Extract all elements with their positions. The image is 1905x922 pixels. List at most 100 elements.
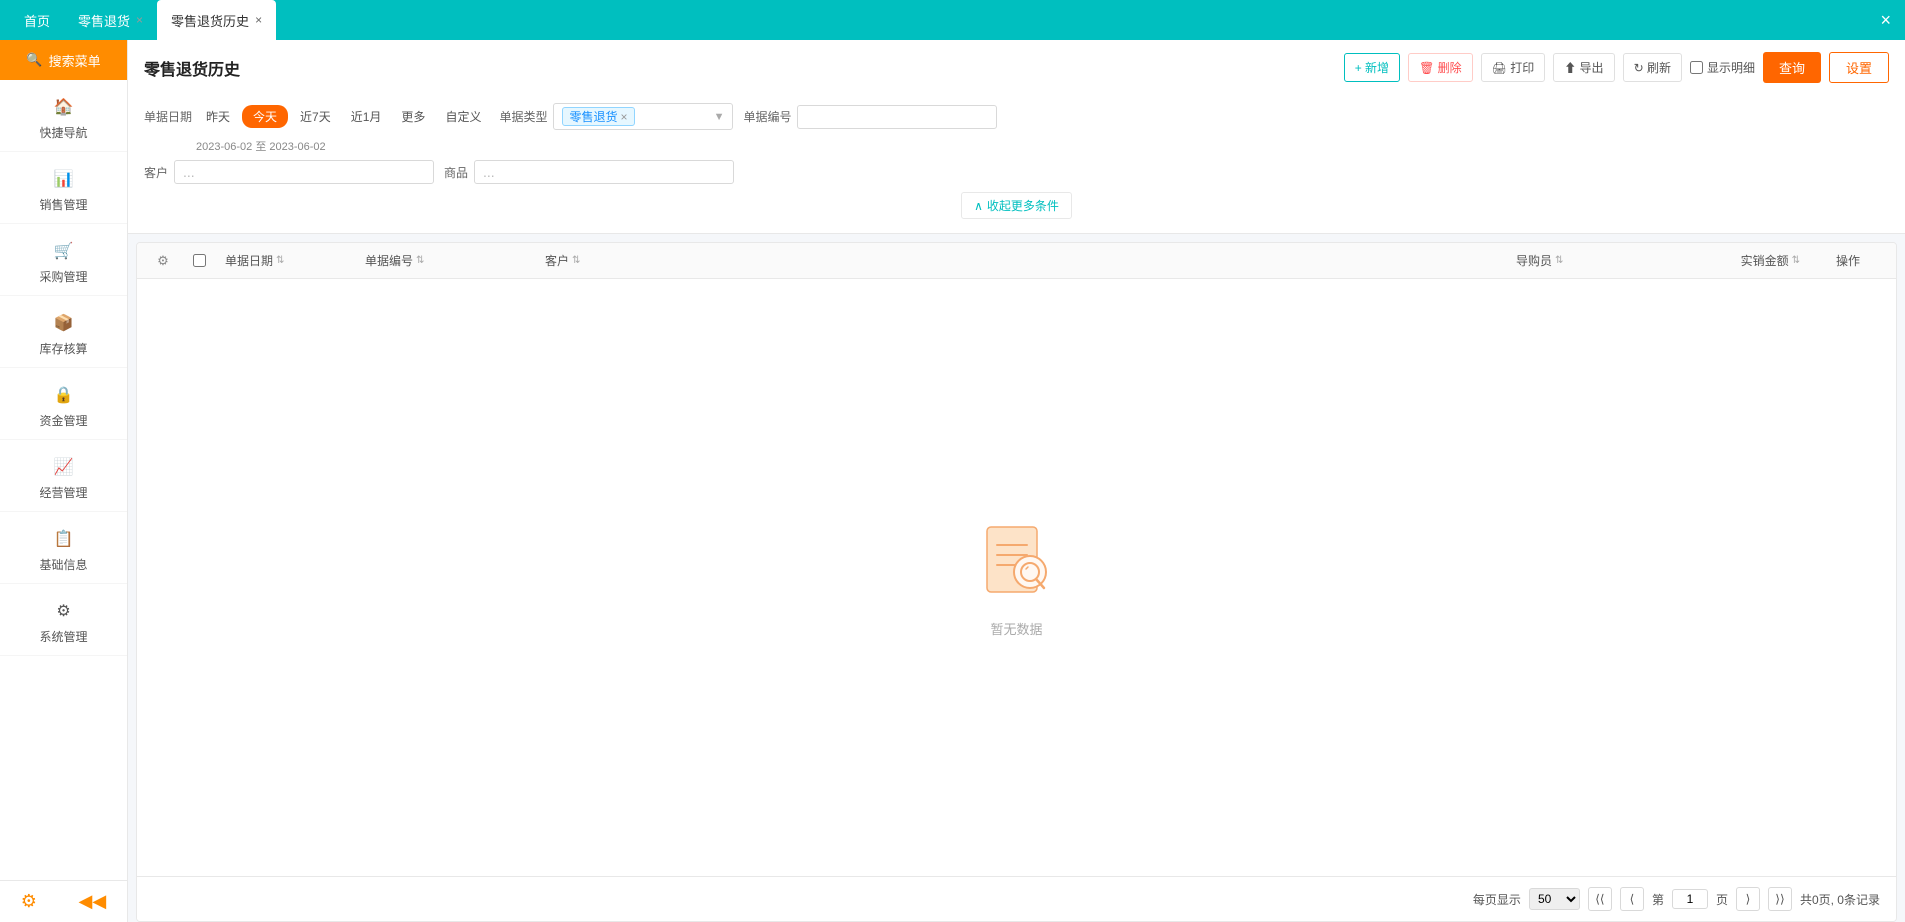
date-today-btn[interactable]: 今天 [242, 105, 288, 128]
settings-gear-icon[interactable]: ⚙ [21, 891, 37, 912]
page-title-row: 零售退货历史 + 新增 🗑 删除 🖨 打印 ⬆ 导出 ↻ 刷新 显示明细 查询 … [144, 52, 1889, 83]
date-month-btn[interactable]: 近1月 [343, 105, 390, 128]
page-title: 零售退货历史 [144, 56, 240, 80]
customer-label: 客户 [144, 164, 168, 181]
sidebar-icon-operations: 📈 [51, 454, 77, 480]
number-input[interactable] [797, 105, 997, 129]
empty-icon [972, 517, 1062, 607]
page-number-input[interactable] [1672, 889, 1708, 909]
th-checkbox[interactable] [181, 254, 217, 267]
sidebar-label-sales-mgmt: 销售管理 [39, 196, 87, 213]
number-label: 单据编号 [743, 108, 791, 125]
type-label: 单据类型 [499, 108, 547, 125]
toolbar: + 新增 🗑 删除 🖨 打印 ⬆ 导出 ↻ 刷新 显示明细 查询 设置 [1344, 52, 1889, 83]
sidebar: 🔍 搜索菜单 🏠快捷导航📊销售管理 🛒 采购管理 📦 库存核算 🔒资金管理📈经营管理📋基础… [0, 40, 128, 922]
th-number[interactable]: 单据编号 ⇅ [357, 252, 537, 269]
pagination-summary: 共0页, 0条记录 [1800, 891, 1880, 908]
prev-page-btn[interactable]: ⟨ [1620, 887, 1644, 911]
th-guide-sort-icon: ⇅ [1555, 255, 1563, 266]
page-label: 第 [1652, 891, 1664, 908]
setting-button[interactable]: 设置 [1829, 52, 1889, 83]
page-header: 零售退货历史 + 新增 🗑 删除 🖨 打印 ⬆ 导出 ↻ 刷新 显示明细 查询 … [128, 40, 1905, 234]
display-toggle-text: 显示明细 [1707, 59, 1755, 76]
sidebar-label-inventory: 库存核算 [39, 340, 87, 357]
sidebar-item-purchase-mgmt[interactable]: 🛒 采购管理 [0, 224, 127, 296]
search-icon: 🔍 [26, 52, 42, 68]
goods-placeholder: ... [483, 164, 495, 180]
main-layout: 🔍 搜索菜单 🏠快捷导航📊销售管理 🛒 采购管理 📦 库存核算 🔒资金管理📈经营管理📋基础… [0, 40, 1905, 922]
empty-text: 暂无数据 [990, 619, 1042, 638]
type-select[interactable]: 零售退货 × ▼ [553, 103, 733, 130]
sidebar-search-label: 搜索菜单 [49, 51, 101, 70]
sidebar-item-basic-info[interactable]: 📋基础信息 [0, 512, 127, 584]
next-page-btn[interactable]: ⟩ [1736, 887, 1760, 911]
tab-close-retail-return-history[interactable]: × [255, 13, 262, 27]
sidebar-search-btn[interactable]: 🔍 搜索菜单 [0, 40, 127, 80]
th-settings-icon[interactable]: ⚙ [145, 253, 181, 269]
sidebar-item-system[interactable]: ⚙系统管理 [0, 584, 127, 656]
type-tag: 零售退货 × [562, 107, 634, 126]
first-page-btn[interactable]: ⟨⟨ [1588, 887, 1612, 911]
table-header: ⚙ 单据日期 ⇅ 单据编号 ⇅ 客户 ⇅ 导购员 ⇅ [137, 243, 1896, 279]
type-tag-remove[interactable]: × [620, 110, 627, 124]
sidebar-item-sales-mgmt[interactable]: 📊销售管理 [0, 152, 127, 224]
date-options-group: 昨天 今天 近7天 近1月 更多 自定义 [198, 105, 489, 128]
sidebar-label-basic-info: 基础信息 [39, 556, 87, 573]
select-all-checkbox[interactable] [193, 254, 206, 267]
display-toggle-checkbox[interactable] [1690, 61, 1703, 74]
goods-select[interactable]: ... [474, 160, 734, 184]
sidebar-label-purchase-mgmt: 采购管理 [39, 268, 87, 285]
export-button[interactable]: ⬆ 导出 [1553, 53, 1614, 82]
sidebar-icon-purchase-mgmt: 🛒 [51, 238, 77, 264]
th-number-label: 单据编号 [365, 252, 413, 269]
th-action-label: 操作 [1836, 252, 1860, 269]
date-week-btn[interactable]: 近7天 [292, 105, 339, 128]
th-number-sort-icon: ⇅ [416, 255, 424, 266]
per-page-select[interactable]: 50 10 20 100 [1529, 888, 1580, 910]
th-amount[interactable]: 实销金额 ⇅ [1668, 252, 1808, 269]
tab-close-retail-return[interactable]: × [136, 13, 143, 27]
number-filter: 单据编号 [743, 105, 997, 129]
refresh-button[interactable]: ↻ 刷新 [1623, 53, 1682, 82]
th-customer[interactable]: 客户 ⇅ [537, 252, 1508, 269]
tab-retail-return[interactable]: 零售退货× [64, 0, 157, 40]
table-wrapper: ⚙ 单据日期 ⇅ 单据编号 ⇅ 客户 ⇅ 导购员 ⇅ [136, 242, 1897, 922]
date-range-display: 2023-06-02 至 2023-06-02 [144, 138, 1889, 154]
sidebar-icon-inventory: 📦 [51, 310, 77, 336]
delete-button[interactable]: 🗑 删除 [1408, 53, 1473, 82]
per-page-label: 每页显示 [1473, 891, 1521, 908]
print-button[interactable]: 🖨 打印 [1481, 53, 1546, 82]
sidebar-bottom: ⚙ ◀◀ [0, 880, 127, 922]
date-label: 单据日期 [144, 108, 192, 125]
sidebar-item-inventory[interactable]: 📦 库存核算 [0, 296, 127, 368]
date-more-btn[interactable]: 更多 [393, 105, 433, 128]
collapse-btn[interactable]: ∧ 收起更多条件 [961, 192, 1072, 219]
sidebar-item-quick-nav[interactable]: 🏠快捷导航 [0, 80, 127, 152]
last-page-btn[interactable]: ⟩⟩ [1768, 887, 1792, 911]
query-button[interactable]: 查询 [1763, 52, 1821, 83]
date-yesterday-btn[interactable]: 昨天 [198, 105, 238, 128]
sidebar-nav: 🏠快捷导航📊销售管理 🛒 采购管理 📦 库存核算 🔒资金管理📈经营管理📋基础信息⚙系统管理 [0, 80, 127, 880]
new-button[interactable]: + 新增 [1344, 53, 1400, 82]
collapse-label: 收起更多条件 [987, 197, 1059, 214]
sidebar-item-finance[interactable]: 🔒资金管理 [0, 368, 127, 440]
type-dropdown-icon: ▼ [714, 111, 725, 123]
sidebar-item-operations[interactable]: 📈经营管理 [0, 440, 127, 512]
date-custom-btn[interactable]: 自定义 [437, 105, 489, 128]
th-guide[interactable]: 导购员 ⇅ [1508, 252, 1668, 269]
audio-icon[interactable]: ◀◀ [79, 891, 107, 912]
tab-home[interactable]: 首页 [10, 0, 64, 40]
display-toggle-label[interactable]: 显示明细 [1690, 59, 1755, 76]
th-date-sort-icon: ⇅ [276, 255, 284, 266]
date-filter: 单据日期 昨天 今天 近7天 近1月 更多 自定义 [144, 105, 489, 128]
tab-retail-return-history[interactable]: 零售退货历史× [157, 0, 276, 40]
goods-filter: 商品 ... [444, 160, 734, 184]
customer-select[interactable]: ... [174, 160, 434, 184]
tab-list: 首页零售退货×零售退货历史× [10, 0, 1866, 40]
window-close-btn[interactable]: × [1866, 10, 1905, 31]
top-bar: 首页零售退货×零售退货历史× × [0, 0, 1905, 40]
goods-label: 商品 [444, 164, 468, 181]
page-suffix: 页 [1716, 891, 1728, 908]
th-date[interactable]: 单据日期 ⇅ [217, 252, 357, 269]
collapse-up-icon: ∧ [974, 199, 983, 213]
